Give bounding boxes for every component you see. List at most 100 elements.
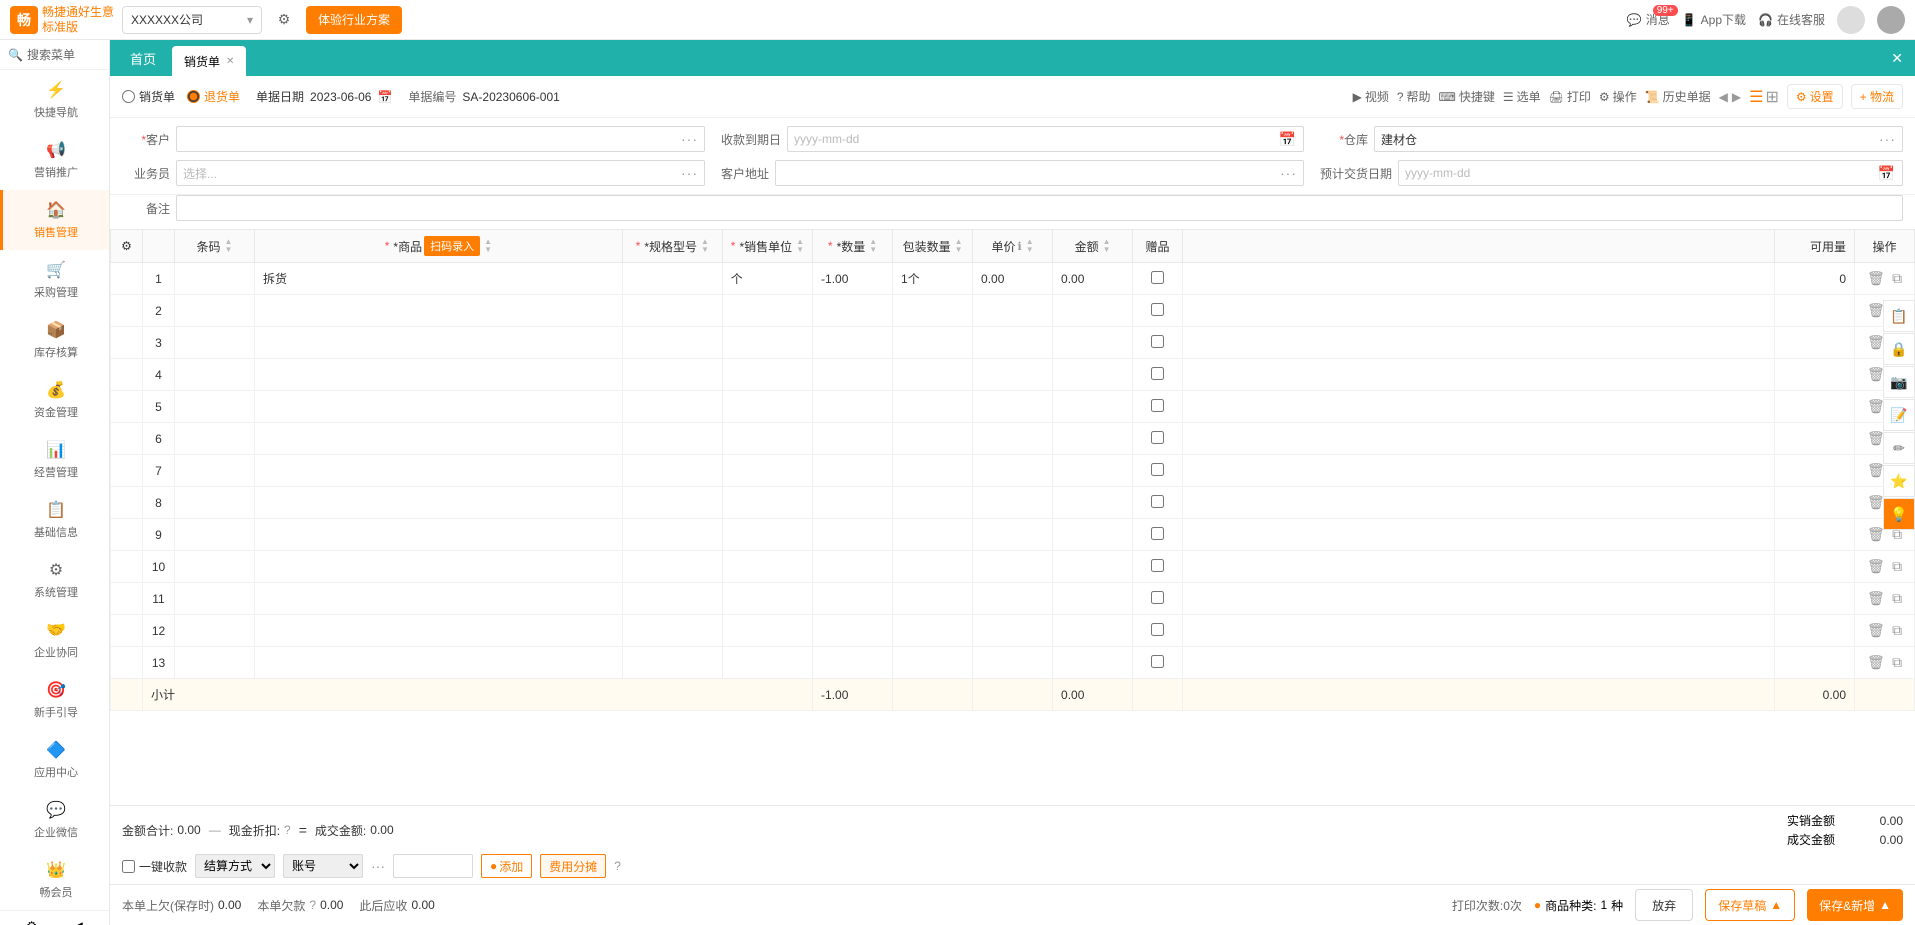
row-amount-9[interactable] (1053, 551, 1133, 583)
row-pkgqty-4[interactable] (893, 391, 973, 423)
help-icon[interactable]: ? (284, 823, 291, 837)
row-gift-1[interactable] (1133, 295, 1183, 327)
row-spec-9[interactable] (622, 551, 722, 583)
customer-addr-input[interactable]: ··· (775, 160, 1304, 186)
expected-date-input[interactable]: yyyy-mm-dd 📅 (1398, 160, 1903, 186)
remarks-input[interactable] (176, 195, 1903, 221)
select-btn[interactable]: ☰ 选单 (1503, 88, 1541, 105)
sort-icon[interactable]: ▲▼ (701, 238, 709, 254)
row-qty-4[interactable] (813, 391, 893, 423)
row-pkgqty-3[interactable] (893, 359, 973, 391)
row-spec-3[interactable] (622, 359, 722, 391)
save-draft-button[interactable]: 保存草稿 ▲ (1705, 889, 1795, 921)
row-spec-11[interactable] (622, 615, 722, 647)
row-amount-1[interactable] (1053, 295, 1133, 327)
close-tab-right-icon[interactable]: ✕ (1883, 50, 1911, 67)
trial-button[interactable]: 体验行业方案 (306, 6, 402, 34)
row-spec-1[interactable] (622, 295, 722, 327)
expected-calendar[interactable]: 📅 (1878, 165, 1896, 182)
history-btn[interactable]: 📜 历史单据 (1645, 88, 1711, 105)
row-barcode-9[interactable] (175, 551, 255, 583)
row-price-1[interactable] (973, 295, 1053, 327)
row-gift-5[interactable] (1133, 423, 1183, 455)
customer-dots[interactable]: ··· (681, 131, 698, 147)
tab-close-icon[interactable]: ✕ (226, 56, 234, 67)
copy-icon-11[interactable]: ⧉ (1890, 622, 1904, 638)
calendar-dots[interactable]: 📅 (1279, 131, 1297, 148)
row-spec-0[interactable] (622, 263, 722, 295)
sidebar-item-member[interactable]: 👑 畅会员 (0, 850, 109, 910)
logistics-button[interactable]: + 物流 (1851, 84, 1903, 109)
row-spec-5[interactable] (622, 423, 722, 455)
row-qty-9[interactable] (813, 551, 893, 583)
row-amount-6[interactable] (1053, 455, 1133, 487)
row-spec-4[interactable] (622, 391, 722, 423)
row-spec-12[interactable] (622, 647, 722, 679)
date-value[interactable]: 2023-06-06 (310, 90, 371, 104)
delete-icon-11[interactable]: 🗑 (1865, 622, 1887, 638)
row-pkgqty-5[interactable] (893, 423, 973, 455)
row-barcode-5[interactable] (175, 423, 255, 455)
row-qty-11[interactable] (813, 615, 893, 647)
customer-input[interactable]: ··· (176, 126, 705, 152)
row-unit-9[interactable] (722, 551, 812, 583)
row-barcode-10[interactable] (175, 583, 255, 615)
sidebar-item-purchase[interactable]: 🛒 采购管理 (0, 250, 109, 310)
delete-icon-10[interactable]: 🗑 (1865, 590, 1887, 606)
row-unit-4[interactable] (722, 391, 812, 423)
sidebar-item-system[interactable]: ⚙ 系统管理 (0, 550, 109, 610)
chevron-up-icon[interactable]: ▲ (1879, 898, 1891, 912)
delete-icon-9[interactable]: 🗑 (1865, 558, 1887, 574)
row-product-1[interactable] (255, 295, 623, 327)
row-gift-4[interactable] (1133, 391, 1183, 423)
salesperson-input[interactable]: 选择... ··· (176, 160, 705, 186)
float-btn-2[interactable]: 🔒 (1883, 333, 1915, 365)
sidebar-item-enterprise[interactable]: 🤝 企业协同 (0, 610, 109, 670)
row-unit-6[interactable] (722, 455, 812, 487)
row-amount-2[interactable] (1053, 327, 1133, 359)
row-barcode-2[interactable] (175, 327, 255, 359)
row-price-11[interactable] (973, 615, 1053, 647)
row-price-0[interactable]: 0.00 (973, 263, 1053, 295)
col-settings-header[interactable]: ⚙ (111, 230, 143, 263)
float-btn-6[interactable]: ⭐ (1883, 465, 1915, 497)
row-price-12[interactable] (973, 647, 1053, 679)
sort-icon[interactable]: ▲▼ (869, 238, 877, 254)
row-qty-10[interactable] (813, 583, 893, 615)
video-btn[interactable]: ▶ 视频 (1353, 88, 1389, 105)
account-select[interactable]: 账号 (283, 854, 363, 878)
row-unit-1[interactable] (722, 295, 812, 327)
row-barcode-7[interactable] (175, 487, 255, 519)
row-gift-9[interactable] (1133, 551, 1183, 583)
row-spec-6[interactable] (622, 455, 722, 487)
row-qty-1[interactable] (813, 295, 893, 327)
row-price-4[interactable] (973, 391, 1053, 423)
sidebar-item-wechat[interactable]: 💬 企业微信 (0, 790, 109, 850)
row-amount-0[interactable]: 0.00 (1053, 263, 1133, 295)
row-price-9[interactable] (973, 551, 1053, 583)
row-unit-10[interactable] (722, 583, 812, 615)
row-qty-8[interactable] (813, 519, 893, 551)
row-barcode-0[interactable] (175, 263, 255, 295)
row-product-7[interactable] (255, 487, 623, 519)
row-pkgqty-2[interactable] (893, 327, 973, 359)
save-new-button[interactable]: 保存&新增 ▲ (1807, 889, 1903, 921)
float-btn-3[interactable]: 📷 (1883, 366, 1915, 398)
row-qty-3[interactable] (813, 359, 893, 391)
sort-icon[interactable]: ▲▼ (225, 238, 233, 254)
sidebar-search[interactable]: 🔍 搜索菜单 (0, 40, 109, 70)
sidebar-item-management[interactable]: 📊 经营管理 (0, 430, 109, 490)
row-gift-3[interactable] (1133, 359, 1183, 391)
row-unit-0[interactable]: 个 (722, 263, 812, 295)
sidebar-item-finance[interactable]: 💰 资金管理 (0, 370, 109, 430)
row-amount-7[interactable] (1053, 487, 1133, 519)
row-product-2[interactable] (255, 327, 623, 359)
amount-input[interactable] (393, 854, 473, 878)
tab-home[interactable]: 首页 (114, 40, 172, 76)
sort-icon[interactable]: ▲▼ (1103, 238, 1111, 254)
row-barcode-8[interactable] (175, 519, 255, 551)
prev-icon[interactable]: ◀ (1719, 90, 1728, 104)
chevron-up-icon[interactable]: ▲ (1770, 898, 1782, 912)
account-dots[interactable]: ··· (371, 858, 385, 874)
row-spec-8[interactable] (622, 519, 722, 551)
